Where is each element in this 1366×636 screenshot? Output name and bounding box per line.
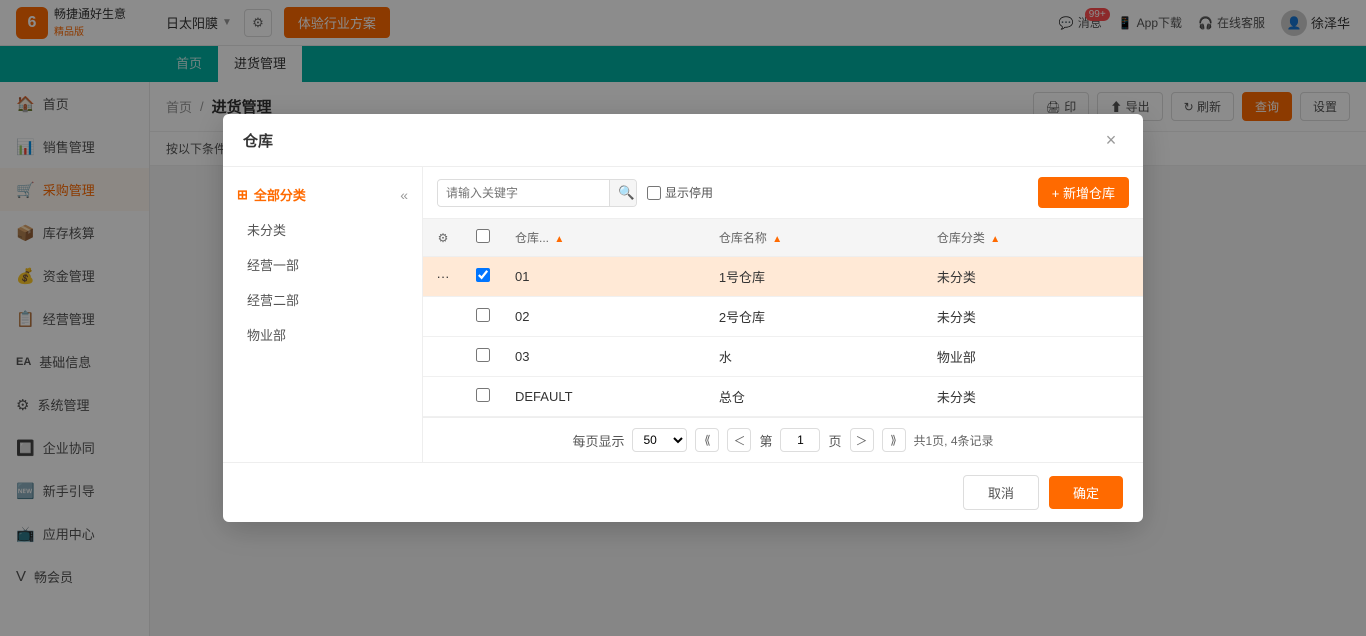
pagination: 每页显示 50 20 100 ⟪ ＜ 第 页 ＞ ⟫ 共1页, 4条记录 bbox=[423, 417, 1143, 462]
row-name: 水 bbox=[707, 337, 925, 377]
category-item-unclassified[interactable]: 未分类 bbox=[223, 212, 422, 247]
table-row[interactable]: DEFAULT 总仓 未分类 bbox=[423, 377, 1143, 417]
table-row[interactable]: 03 水 物业部 bbox=[423, 337, 1143, 377]
sort-category-icon: ▲ bbox=[990, 234, 1000, 245]
page-suffix: 页 bbox=[828, 431, 841, 450]
per-page-label: 每页显示 bbox=[572, 431, 624, 450]
table-row[interactable]: ··· 01 1号仓库 未分类 bbox=[423, 257, 1143, 297]
sort-code-icon: ▲ bbox=[554, 234, 564, 245]
next-page-button[interactable]: ＞ bbox=[850, 428, 874, 452]
warehouse-modal: 仓库 × ⊞ 全部分类 « 未分类 经营一部 经营二部 物业部 bbox=[223, 114, 1143, 522]
add-warehouse-button[interactable]: + 新增仓库 bbox=[1038, 177, 1129, 208]
row-name: 1号仓库 bbox=[707, 257, 925, 297]
first-page-button[interactable]: ⟪ bbox=[695, 428, 719, 452]
row-code: DEFAULT bbox=[503, 377, 707, 417]
confirm-button[interactable]: 确定 bbox=[1049, 476, 1123, 509]
row-checkbox[interactable] bbox=[476, 308, 490, 322]
show-disabled-text: 显示停用 bbox=[665, 184, 713, 201]
row-checkbox-cell bbox=[463, 257, 503, 297]
search-button[interactable]: 🔍 bbox=[609, 180, 637, 206]
modal-header: 仓库 × bbox=[223, 114, 1143, 167]
row-code: 03 bbox=[503, 337, 707, 377]
category-item-dept2[interactable]: 经营二部 bbox=[223, 282, 422, 317]
data-table: ⚙ 仓库... ▲ 仓库名称 ▲ bbox=[423, 219, 1143, 417]
per-page-select[interactable]: 50 20 100 bbox=[632, 428, 687, 452]
row-actions bbox=[423, 337, 463, 377]
category-panel: ⊞ 全部分类 « 未分类 经营一部 经营二部 物业部 bbox=[223, 167, 423, 462]
category-item-property[interactable]: 物业部 bbox=[223, 317, 422, 352]
row-category: 未分类 bbox=[925, 297, 1143, 337]
cancel-button[interactable]: 取消 bbox=[963, 475, 1039, 510]
all-category-button[interactable]: ⊞ 全部分类 bbox=[237, 185, 306, 204]
table-toolbar: 🔍 显示停用 + 新增仓库 bbox=[423, 167, 1143, 219]
modal-close-button[interactable]: × bbox=[1099, 128, 1123, 152]
search-box: 🔍 bbox=[437, 179, 637, 207]
modal-overlay: 仓库 × ⊞ 全部分类 « 未分类 经营一部 经营二部 物业部 bbox=[0, 0, 1366, 636]
row-checkbox-cell bbox=[463, 297, 503, 337]
row-name: 2号仓库 bbox=[707, 297, 925, 337]
total-info: 共1页, 4条记录 bbox=[914, 432, 994, 449]
collapse-button[interactable]: « bbox=[400, 187, 408, 203]
prev-page-button[interactable]: ＜ bbox=[727, 428, 751, 452]
row-code: 01 bbox=[503, 257, 707, 297]
category-header: ⊞ 全部分类 « bbox=[223, 177, 422, 212]
row-name: 总仓 bbox=[707, 377, 925, 417]
warehouse-table: ⚙ 仓库... ▲ 仓库名称 ▲ bbox=[423, 219, 1143, 417]
row-checkbox-cell bbox=[463, 337, 503, 377]
all-category-label: 全部分类 bbox=[254, 185, 306, 204]
modal-title: 仓库 bbox=[243, 130, 273, 151]
last-page-button[interactable]: ⟫ bbox=[882, 428, 906, 452]
category-item-dept1[interactable]: 经营一部 bbox=[223, 247, 422, 282]
row-actions bbox=[423, 297, 463, 337]
row-actions: ··· bbox=[423, 257, 463, 297]
modal-footer: 取消 确定 bbox=[223, 462, 1143, 522]
row-checkbox-cell bbox=[463, 377, 503, 417]
th-name: 仓库名称 ▲ bbox=[707, 219, 925, 257]
row-category: 未分类 bbox=[925, 257, 1143, 297]
row-checkbox[interactable] bbox=[476, 268, 490, 282]
select-all-checkbox[interactable] bbox=[476, 229, 490, 243]
row-checkbox[interactable] bbox=[476, 348, 490, 362]
search-input[interactable] bbox=[438, 181, 609, 205]
row-checkbox[interactable] bbox=[476, 388, 490, 402]
table-row[interactable]: 02 2号仓库 未分类 bbox=[423, 297, 1143, 337]
sort-name-icon: ▲ bbox=[772, 234, 782, 245]
row-category: 物业部 bbox=[925, 337, 1143, 377]
show-disabled-checkbox[interactable] bbox=[647, 186, 661, 200]
page-label: 第 bbox=[759, 431, 772, 450]
th-checkbox bbox=[463, 219, 503, 257]
th-category: 仓库分类 ▲ bbox=[925, 219, 1143, 257]
row-actions bbox=[423, 377, 463, 417]
table-body: ··· 01 1号仓库 未分类 bbox=[423, 257, 1143, 417]
th-code: 仓库... ▲ bbox=[503, 219, 707, 257]
th-settings: ⚙ bbox=[423, 219, 463, 257]
table-header: ⚙ 仓库... ▲ 仓库名称 ▲ bbox=[423, 219, 1143, 257]
page-number-input[interactable] bbox=[780, 428, 820, 452]
row-category: 未分类 bbox=[925, 377, 1143, 417]
show-disabled-label[interactable]: 显示停用 bbox=[647, 184, 713, 201]
row-code: 02 bbox=[503, 297, 707, 337]
grid-icon: ⊞ bbox=[237, 187, 248, 203]
table-panel: 🔍 显示停用 + 新增仓库 ⚙ bbox=[423, 167, 1143, 462]
modal-body: ⊞ 全部分类 « 未分类 经营一部 经营二部 物业部 🔍 bbox=[223, 167, 1143, 462]
